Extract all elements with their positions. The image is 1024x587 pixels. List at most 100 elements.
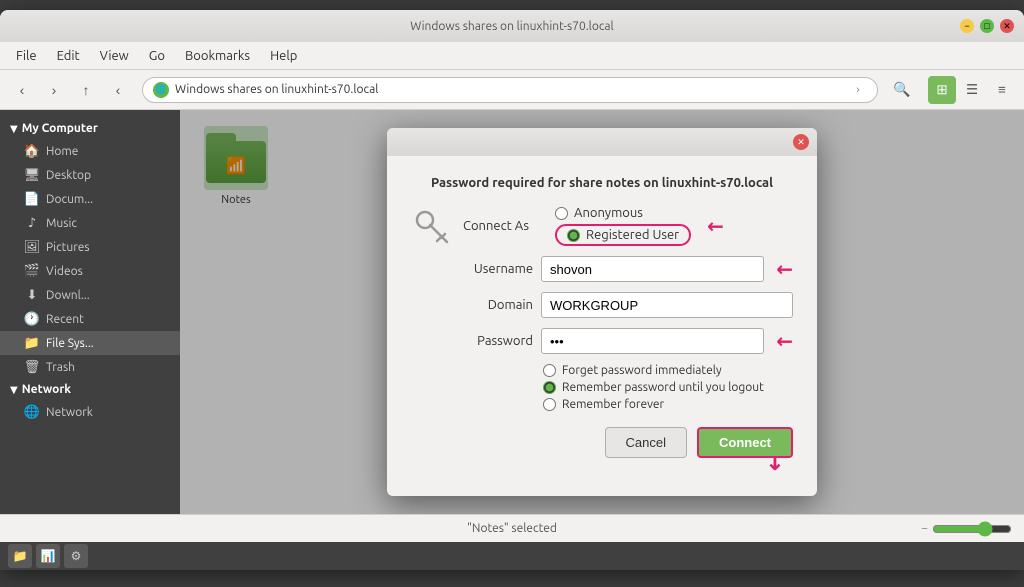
menu-bookmarks[interactable]: Bookmarks [177,46,258,66]
connect-button[interactable]: Connect [697,427,793,458]
sidebar-item-home[interactable]: 🏠 Home [0,139,180,163]
main-content: ▼ My Computer 🏠 Home 🖥 Desktop 📄 Docum..… [0,110,1024,514]
domain-label: Domain [463,298,533,312]
connect-btn-wrapper: Connect [697,427,793,458]
opt-forget-radio[interactable] [543,364,556,377]
bottom-bar-btn-1[interactable]: 📁 [8,544,32,568]
menubar: File Edit View Go Bookmarks Help [0,42,1024,70]
sidebar-item-videos[interactable]: 🎬 Videos [0,259,180,283]
opt-remember-logout-radio[interactable] [543,381,556,394]
sidebar-item-trash-label: Trash [46,361,75,374]
sidebar-section-network[interactable]: ▼ Network [0,379,180,400]
view-buttons: ⊞ ☰ ≡ [928,76,1016,104]
forward-button[interactable]: › [40,76,68,104]
domain-row: Domain [463,292,793,318]
bottom-bar: 📁 📊 ⚙ [0,542,1024,570]
mycomputer-label: My Computer [22,122,98,135]
opt-remember-forever-radio[interactable] [543,398,556,411]
address-nav-button[interactable]: › [849,81,867,99]
sidebar-item-downloads-label: Downl... [46,289,90,302]
registered-radio[interactable] [567,229,580,242]
password-options: Forget password immediately Remember pas… [543,364,793,411]
sidebar-item-downloads[interactable]: ⬇ Downl... [0,283,180,307]
bottom-bar-btn-2[interactable]: 📊 [36,544,60,568]
opt-forget: Forget password immediately [543,364,793,377]
password-input[interactable] [541,328,764,354]
sidebar-item-recent[interactable]: 🕐 Recent [0,307,180,331]
key-icon [411,206,451,249]
modal-title: Password required for share notes on lin… [411,176,793,190]
sidebar-item-filesystem-label: File Sys... [46,337,94,350]
anonymous-label: Anonymous [574,206,643,220]
menu-file[interactable]: File [8,46,45,66]
username-input[interactable] [541,256,764,282]
file-area: 📶 Notes ✕ Password required for [180,110,1024,514]
menu-help[interactable]: Help [262,46,305,66]
sidebar-item-pictures[interactable]: 🖼 Pictures [0,235,180,259]
radio-group: Anonymous Registered User [555,206,691,246]
opt-forget-label: Forget password immediately [562,364,722,377]
filesystem-icon: 📁 [24,335,40,351]
menu-go[interactable]: Go [141,46,173,66]
sidebar-item-videos-label: Videos [46,265,83,278]
prev-button[interactable]: ‹ [104,76,132,104]
bottom-bar-btn-3[interactable]: ⚙ [64,544,88,568]
sidebar-item-recent-label: Recent [46,313,84,326]
anonymous-radio-row: Anonymous [555,206,691,220]
cancel-button[interactable]: Cancel [605,427,687,458]
sidebar-item-documents[interactable]: 📄 Docum... [0,187,180,211]
mycomputer-arrow: ▼ [10,123,18,135]
sidebar-item-documents-label: Docum... [46,193,93,206]
opt-remember-forever-label: Remember forever [562,398,664,411]
close-button[interactable]: ✕ [1000,19,1014,33]
network-icon: 🌐 [24,404,40,420]
sidebar-item-network-label: Network [46,406,93,419]
main-window: Windows shares on linuxhint-s70.local − … [0,10,1024,570]
detail-view-button[interactable]: ≡ [988,76,1016,104]
sidebar-item-filesystem[interactable]: 📁 File Sys... [0,331,180,355]
menu-edit[interactable]: Edit [49,46,88,66]
maximize-button[interactable]: □ [980,19,994,33]
modal-icon-row: Connect As Anonymous Registe [411,206,793,458]
statusbar-right: − [921,521,1012,537]
sidebar-item-network[interactable]: 🌐 Network [0,400,180,424]
zoom-slider[interactable] [932,521,1012,537]
username-label: Username [463,262,533,276]
pictures-icon: 🖼 [24,239,40,255]
domain-input[interactable] [541,292,793,318]
grid-view-button[interactable]: ⊞ [928,76,956,104]
minimize-button[interactable]: − [960,19,974,33]
anonymous-radio[interactable] [555,207,568,220]
music-icon: ♪ [24,215,40,231]
modal-close-button[interactable]: ✕ [793,134,809,150]
sidebar-item-desktop-label: Desktop [46,169,91,182]
zoom-minus[interactable]: − [921,522,928,535]
annotation-arrow-registered: ← [707,214,724,238]
network-label: Network [22,383,71,396]
back-button[interactable]: ‹ [8,76,36,104]
connect-as-label: Connect As [463,219,543,233]
sidebar: ▼ My Computer 🏠 Home 🖥 Desktop 📄 Docum..… [0,110,180,514]
statusbar: "Notes" selected − [0,514,1024,542]
list-view-button[interactable]: ☰ [958,76,986,104]
sidebar-item-trash[interactable]: 🗑 Trash [0,355,180,379]
menu-view[interactable]: View [92,46,137,66]
titlebar: Windows shares on linuxhint-s70.local − … [0,10,1024,42]
annotation-arrow-username: ← [776,257,793,281]
sidebar-item-desktop[interactable]: 🖥 Desktop [0,163,180,187]
statusbar-text: "Notes" selected [467,522,557,535]
search-button[interactable]: 🔍 [888,76,916,104]
videos-icon: 🎬 [24,263,40,279]
window-title: Windows shares on linuxhint-s70.local [410,20,613,33]
up-button[interactable]: ↑ [72,76,100,104]
annotation-arrow-password: ← [776,329,793,353]
modal-titlebar: ✕ [387,128,817,156]
modal-fields: Connect As Anonymous Registe [463,206,793,458]
password-dialog: ✕ Password required for share notes on l… [387,128,817,496]
sidebar-item-music[interactable]: ♪ Music [0,211,180,235]
sidebar-section-mycomputer[interactable]: ▼ My Computer [0,118,180,139]
modal-body: Password required for share notes on lin… [387,156,817,496]
desktop-icon: 🖥 [24,167,40,183]
recent-icon: 🕐 [24,311,40,327]
documents-icon: 📄 [24,191,40,207]
